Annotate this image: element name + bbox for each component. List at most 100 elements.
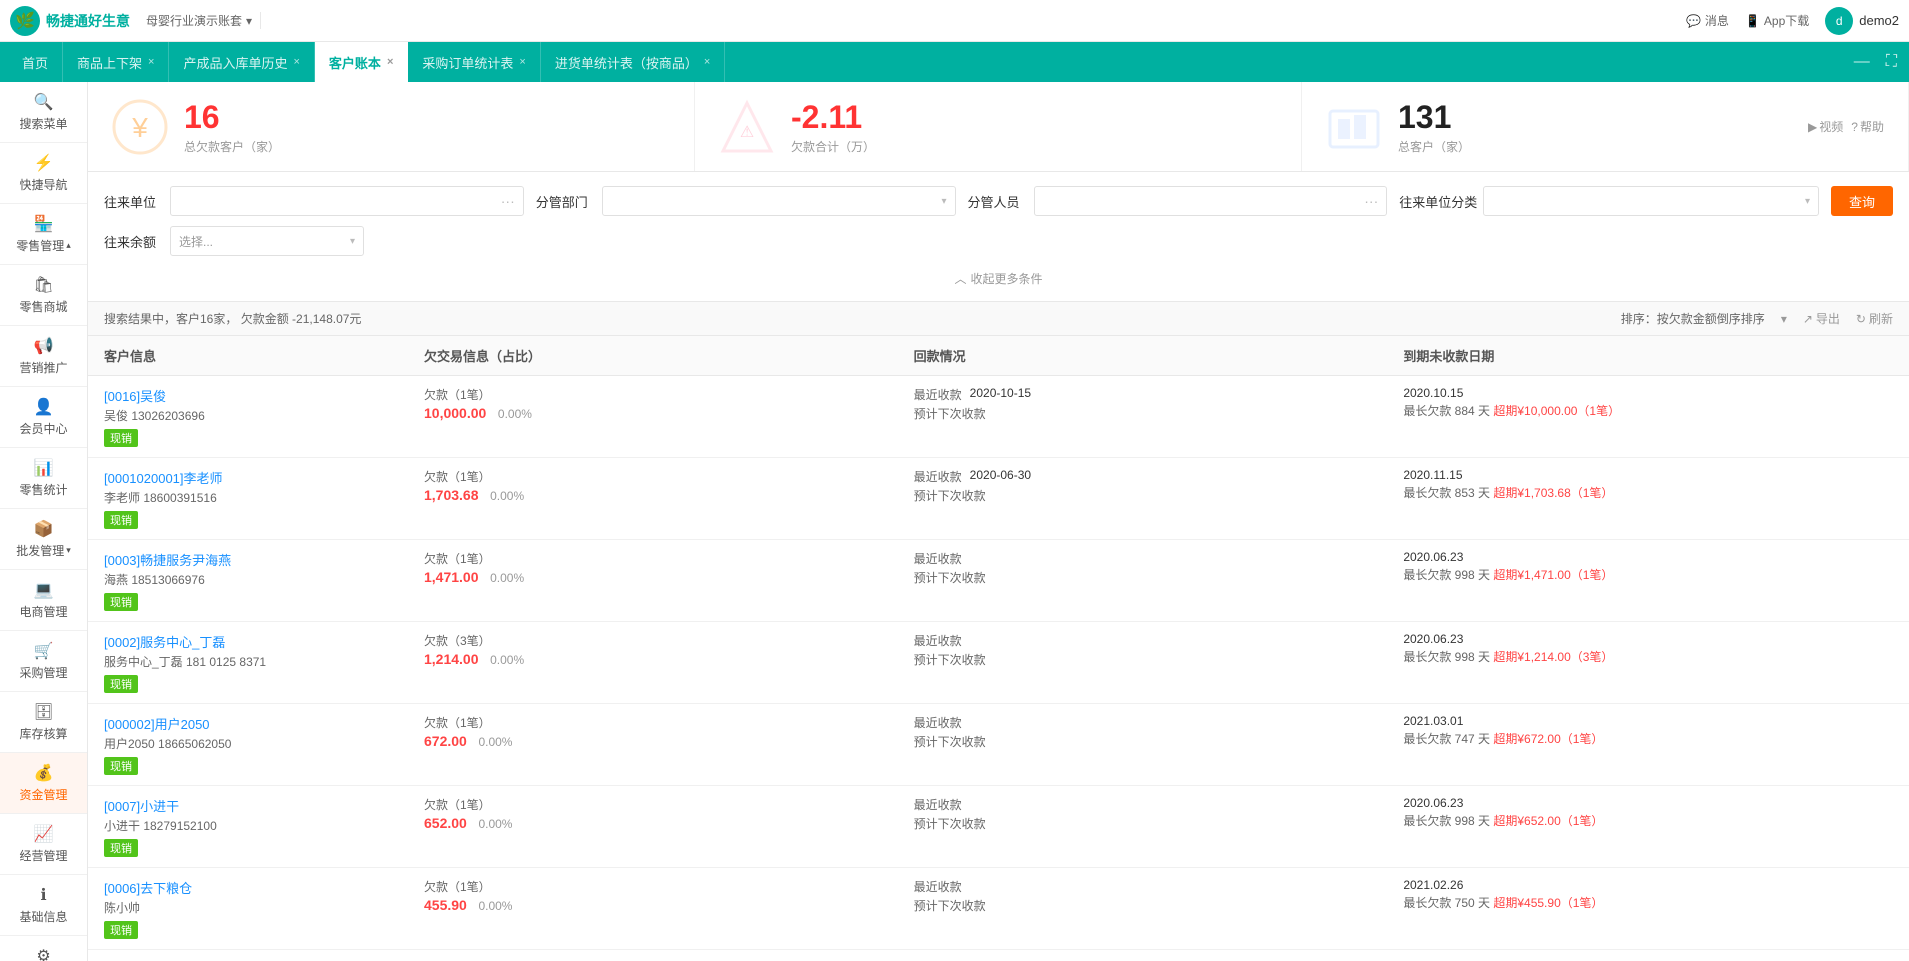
customer-name-link[interactable]: [0003]畅捷服务尹海燕 [104,550,424,569]
recent-label: 最近收款 [914,468,962,485]
tab-production[interactable]: 产成品入库单历史 × [169,42,314,82]
recovery-recent: 最近收款 2020-06-30 [914,468,1404,485]
tab-home[interactable]: 首页 [8,42,63,82]
sidebar-item-search[interactable]: 🔍 搜索菜单 [0,82,87,143]
overdue-date: 2021.03.01 [1403,714,1893,728]
recovery-next: 预计下次收款 [914,815,1404,832]
debt-amount: 455.90 [424,897,467,913]
debt-info: 欠款（1笔） 1,471.00 0.00% [424,550,914,585]
dept-select[interactable]: ▾ [602,186,956,216]
tab-purchase-close[interactable]: × [519,56,525,68]
debt-percent: 0.00% [478,817,512,831]
user-profile[interactable]: d demo2 [1825,7,1899,35]
customer-name-link[interactable]: [0016]吴俊 [104,386,424,405]
stat-total-customers: 131 总客户（家） ▶ 视频 ? 帮助 [1302,82,1909,171]
ops-icon: 📈 [34,824,54,844]
customer-name-link[interactable]: [000002]用户2050 [104,714,424,733]
help-btn[interactable]: ? 帮助 [1851,118,1884,135]
nav-minus-icon[interactable]: — [1850,49,1874,75]
customer-info: [0016]吴俊 吴俊 13026203696 现销 [104,386,424,447]
sidebar-item-marketing[interactable]: 📢 营销推广 [0,326,87,387]
message-button[interactable]: 💬 消息 [1686,12,1729,29]
total-customers-value: 131 [1398,99,1470,136]
overdue-link[interactable]: 超期¥672.00（1笔） [1493,732,1603,746]
collapse-button[interactable]: ︿ 收起更多条件 [104,266,1893,295]
inventory-icon: 🗄 [33,702,53,722]
sidebar-item-basic[interactable]: ℹ 基础信息 [0,875,87,936]
customer-name-link[interactable]: [0007]小进干 [104,796,424,815]
sidebar-item-retail-mall[interactable]: 🛍 零售商城 [0,265,87,326]
sidebar-search-label: 搜索菜单 [19,115,67,132]
nav-expand-icon[interactable]: ⛶ [1882,49,1901,75]
tab-inbound-close[interactable]: × [704,56,710,68]
overdue-link[interactable]: 超期¥652.00（1笔） [1493,814,1603,828]
username: demo2 [1859,13,1899,28]
customer-name-link[interactable]: [0006]去下粮仓 [104,878,424,897]
sidebar-basic-label: 基础信息 [19,908,67,925]
tab-customer[interactable]: 客户账本 × [315,42,408,82]
recent-label: 最近收款 [914,386,962,403]
sidebar-item-ops[interactable]: 📈 经营管理 [0,814,87,875]
recent-label: 最近收款 [914,632,962,649]
customer-name-link[interactable]: [0001020001]李老师 [104,468,424,487]
sys-icon: ⚙ [36,946,50,961]
staff-input[interactable]: ··· [1034,186,1388,216]
refresh-label: 刷新 [1869,310,1893,327]
balance-select[interactable]: 选择... ▾ [170,226,364,256]
view-video-btn[interactable]: ▶ 视频 [1808,118,1843,135]
tab-inbound[interactable]: 进货单统计表（按商品） × [541,42,725,82]
debt-info: 欠款（1笔） 455.90 0.00% [424,878,914,913]
query-button[interactable]: 查询 [1831,186,1893,216]
nav-tabs-actions: — ⛶ [1850,49,1909,75]
overdue-link[interactable]: 超期¥1,471.00（1笔） [1493,568,1613,582]
sidebar-item-retail-mgmt[interactable]: 🏪 零售管理▴ [0,204,87,265]
table-row: [000002]用户2050 用户2050 18665062050 现销 欠款（… [88,704,1909,786]
unit-class-select[interactable]: ▾ [1483,186,1819,216]
industry-label: 母婴行业演示账套 [146,12,242,29]
customer-name-link[interactable]: [0002]服务中心_丁磊 [104,632,424,651]
refresh-icon: ↻ [1856,312,1866,326]
recovery-next: 预计下次收款 [914,651,1404,668]
balance-label: 往来余额 [104,232,164,251]
tab-products[interactable]: 商品上下架 × [63,42,169,82]
sidebar-item-ecom[interactable]: 💻 电商管理 [0,570,87,631]
collapse-label: 收起更多条件 [971,270,1043,287]
industry-selector[interactable]: 母婴行业演示账套 ▾ [138,12,261,29]
debt-label: 欠款（1笔） [424,714,914,731]
sidebar-item-sys[interactable]: ⚙ 系统管理 [0,936,87,961]
tab-products-label: 商品上下架 [77,53,142,72]
tab-purchase[interactable]: 采购订单统计表 × [408,42,540,82]
col-header-overdue: 到期未收款日期 [1403,346,1893,365]
sidebar-item-member[interactable]: 👤 会员中心 [0,387,87,448]
finance-icon: 💰 [34,763,54,783]
overdue-link[interactable]: 超期¥1,703.68（1笔） [1493,486,1613,500]
play-icon: ▶ [1808,120,1817,134]
overdue-link[interactable]: 超期¥10,000.00（1笔） [1493,404,1620,418]
balance-chevron-icon: ▾ [350,236,355,247]
overdue-customers-text: 16 总欠款客户（家） [184,99,280,155]
debt-amount-row: 455.90 0.00% [424,897,914,913]
sidebar-item-quick[interactable]: ⚡ 快捷导航 [0,143,87,204]
customer-phone: 李老师 18600391516 [104,489,424,506]
sidebar-item-inventory[interactable]: 🗄 库存核算 [0,692,87,753]
overdue-days: 最长欠款 853 天 超期¥1,703.68（1笔） [1403,484,1893,501]
overdue-amount-value: -2.11 [791,99,875,136]
debt-amount: 10,000.00 [424,405,486,421]
tab-production-close[interactable]: × [293,56,299,68]
app-download-button[interactable]: 📱 App下载 [1745,12,1809,29]
customer-info: [0007]小进干 小进干 18279152100 现销 [104,796,424,857]
from-unit-input[interactable]: ··· [170,186,524,216]
export-button[interactable]: ↗ 导出 [1803,310,1840,327]
refresh-button[interactable]: ↻ 刷新 [1856,310,1893,327]
tab-products-close[interactable]: × [148,56,154,68]
sidebar-item-wholesale[interactable]: 📦 批发管理▾ [0,509,87,570]
sidebar-item-retail-stats[interactable]: 📊 零售统计 [0,448,87,509]
purchase-icon: 🛒 [34,641,54,661]
tab-customer-close[interactable]: × [387,56,393,68]
next-label: 预计下次收款 [914,405,986,422]
debt-amount: 1,214.00 [424,651,479,667]
overdue-link[interactable]: 超期¥1,214.00（3笔） [1493,650,1613,664]
sidebar-item-purchase[interactable]: 🛒 采购管理 [0,631,87,692]
sidebar-item-finance[interactable]: 💰 资金管理 [0,753,87,814]
overdue-link[interactable]: 超期¥455.90（1笔） [1493,896,1603,910]
